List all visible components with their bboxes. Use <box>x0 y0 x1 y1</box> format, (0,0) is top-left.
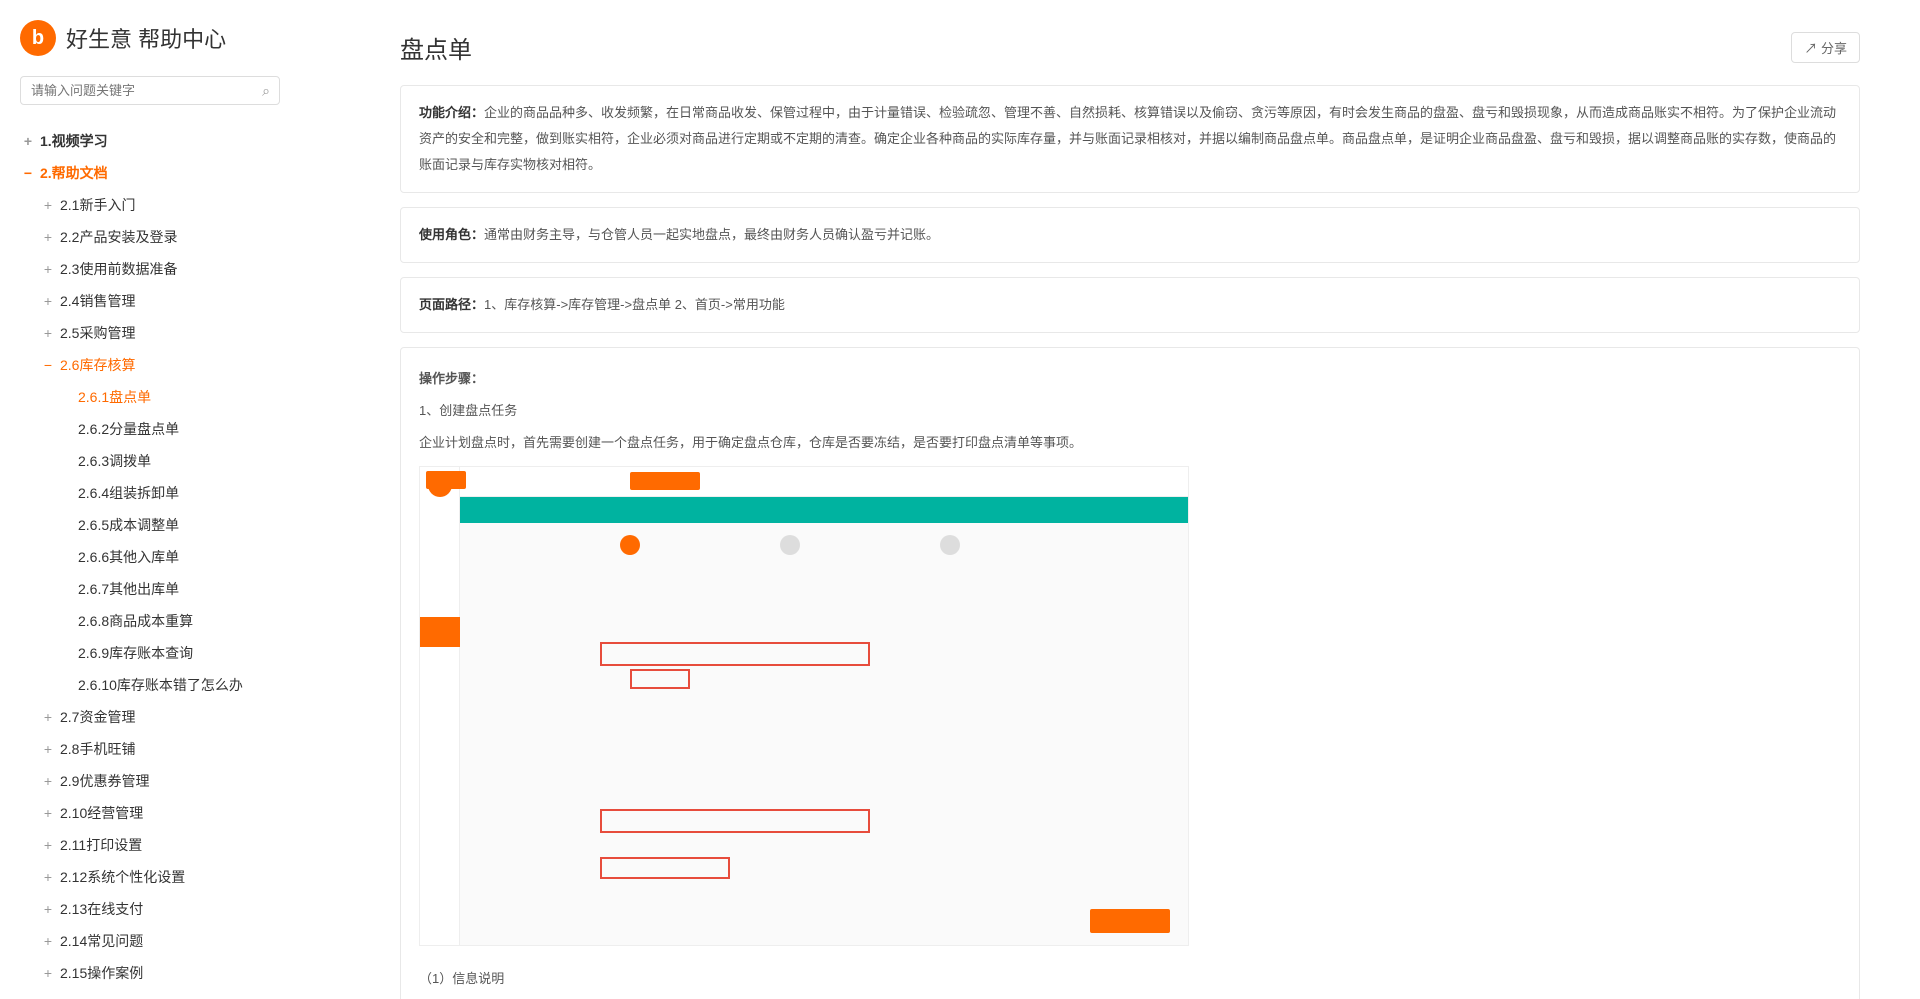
nav-2-9[interactable]: +2.9优惠券管理 <box>20 765 300 797</box>
plus-icon: + <box>40 925 56 957</box>
step1-desc: 企业计划盘点时，首先需要创建一个盘点任务，用于确定盘点仓库，仓库是否要冻结，是否… <box>419 430 1841 456</box>
nav-2-4[interactable]: +2.4销售管理 <box>20 285 300 317</box>
nav-2-7[interactable]: +2.7资金管理 <box>20 701 300 733</box>
nav-video-learning[interactable]: +1.视频学习 <box>20 125 300 157</box>
sidebar: b 好生意 帮助中心 ⌕ +1.视频学习 −2.帮助文档 +2.1新手入门 +2… <box>0 0 300 999</box>
nav-2-13[interactable]: +2.13在线支付 <box>20 893 300 925</box>
screenshot-image <box>419 466 1189 946</box>
path-card: 页面路径：1、库存核算->库存管理->盘点单 2、首页->常用功能 <box>400 277 1860 333</box>
role-text: 通常由财务主导，与仓管人员一起实地盘点，最终由财务人员确认盈亏并记账。 <box>484 227 939 242</box>
minus-icon: − <box>40 349 56 381</box>
search-box: ⌕ <box>20 76 280 105</box>
nav-2-6-5[interactable]: 2.6.5成本调整单 <box>20 509 300 541</box>
intro-card: 功能介绍：企业的商品品种多、收发频繁，在日常商品收发、保管过程中，由于计量错误、… <box>400 85 1860 193</box>
plus-icon: + <box>40 765 56 797</box>
share-button[interactable]: ↗ 分享 <box>1791 32 1860 63</box>
nav-2-10[interactable]: +2.10经营管理 <box>20 797 300 829</box>
nav-help-docs[interactable]: −2.帮助文档 <box>20 157 300 189</box>
path-label: 页面路径： <box>419 297 484 312</box>
plus-icon: + <box>40 829 56 861</box>
plus-icon: + <box>40 701 56 733</box>
nav-2-3[interactable]: +2.3使用前数据准备 <box>20 253 300 285</box>
nav-2-5[interactable]: +2.5采购管理 <box>20 317 300 349</box>
plus-icon: + <box>40 221 56 253</box>
nav-2-6-4[interactable]: 2.6.4组装拆卸单 <box>20 477 300 509</box>
nav-2-6-6[interactable]: 2.6.6其他入库单 <box>20 541 300 573</box>
role-card: 使用角色：通常由财务主导，与仓管人员一起实地盘点，最终由财务人员确认盈亏并记账。 <box>400 207 1860 263</box>
plus-icon: + <box>40 253 56 285</box>
plus-icon: + <box>40 189 56 221</box>
nav-2-6-10[interactable]: 2.6.10库存账本错了怎么办 <box>20 669 300 701</box>
nav-2-11[interactable]: +2.11打印设置 <box>20 829 300 861</box>
plus-icon: + <box>40 733 56 765</box>
intro-label: 功能介绍： <box>419 105 484 120</box>
nav-2-6[interactable]: −2.6库存核算 <box>20 349 300 381</box>
nav-2-6-1[interactable]: 2.6.1盘点单 <box>20 381 300 413</box>
nav-2-6-8[interactable]: 2.6.8商品成本重算 <box>20 605 300 637</box>
logo-text: 好生意 帮助中心 <box>66 22 226 54</box>
nav-2-6-7[interactable]: 2.6.7其他出库单 <box>20 573 300 605</box>
nav-2-15[interactable]: +2.15操作案例 <box>20 957 300 989</box>
page-title: 盘点单 <box>400 30 472 65</box>
search-input[interactable] <box>20 76 280 105</box>
nav-2-1[interactable]: +2.1新手入门 <box>20 189 300 221</box>
plus-icon: + <box>40 797 56 829</box>
nav-2-6-3[interactable]: 2.6.3调拨单 <box>20 445 300 477</box>
plus-icon: + <box>40 957 56 989</box>
steps-label: 操作步骤： <box>419 366 1841 392</box>
nav-2-6-2[interactable]: 2.6.2分量盘点单 <box>20 413 300 445</box>
step1-title: 1、创建盘点任务 <box>419 398 1841 424</box>
nav-2-2[interactable]: +2.2产品安装及登录 <box>20 221 300 253</box>
share-label: 分享 <box>1821 41 1847 56</box>
intro-text: 企业的商品品种多、收发频繁，在日常商品收发、保管过程中，由于计量错误、检验疏忽、… <box>419 105 1836 172</box>
search-icon[interactable]: ⌕ <box>262 82 270 99</box>
plus-icon: + <box>40 861 56 893</box>
logo[interactable]: b 好生意 帮助中心 <box>20 20 300 56</box>
main-content: 盘点单 ↗ 分享 功能介绍：企业的商品品种多、收发频繁，在日常商品收发、保管过程… <box>300 0 1920 999</box>
steps-card: 操作步骤： 1、创建盘点任务 企业计划盘点时，首先需要创建一个盘点任务，用于确定… <box>400 347 1860 999</box>
nav-2-6-9[interactable]: 2.6.9库存账本查询 <box>20 637 300 669</box>
logo-icon: b <box>20 20 56 56</box>
plus-icon: + <box>40 317 56 349</box>
info-header: （1）信息说明 <box>419 966 1841 992</box>
nav-2-8[interactable]: +2.8手机旺铺 <box>20 733 300 765</box>
plus-icon: + <box>40 893 56 925</box>
plus-icon: + <box>40 285 56 317</box>
minus-icon: − <box>20 157 36 189</box>
nav-2-12[interactable]: +2.12系统个性化设置 <box>20 861 300 893</box>
nav-tree: +1.视频学习 −2.帮助文档 +2.1新手入门 +2.2产品安装及登录 +2.… <box>20 125 300 989</box>
plus-icon: + <box>20 125 36 157</box>
nav-2-14[interactable]: +2.14常见问题 <box>20 925 300 957</box>
role-label: 使用角色： <box>419 227 484 242</box>
share-icon: ↗ <box>1804 41 1817 56</box>
path-text: 1、库存核算->库存管理->盘点单 2、首页->常用功能 <box>484 297 785 312</box>
